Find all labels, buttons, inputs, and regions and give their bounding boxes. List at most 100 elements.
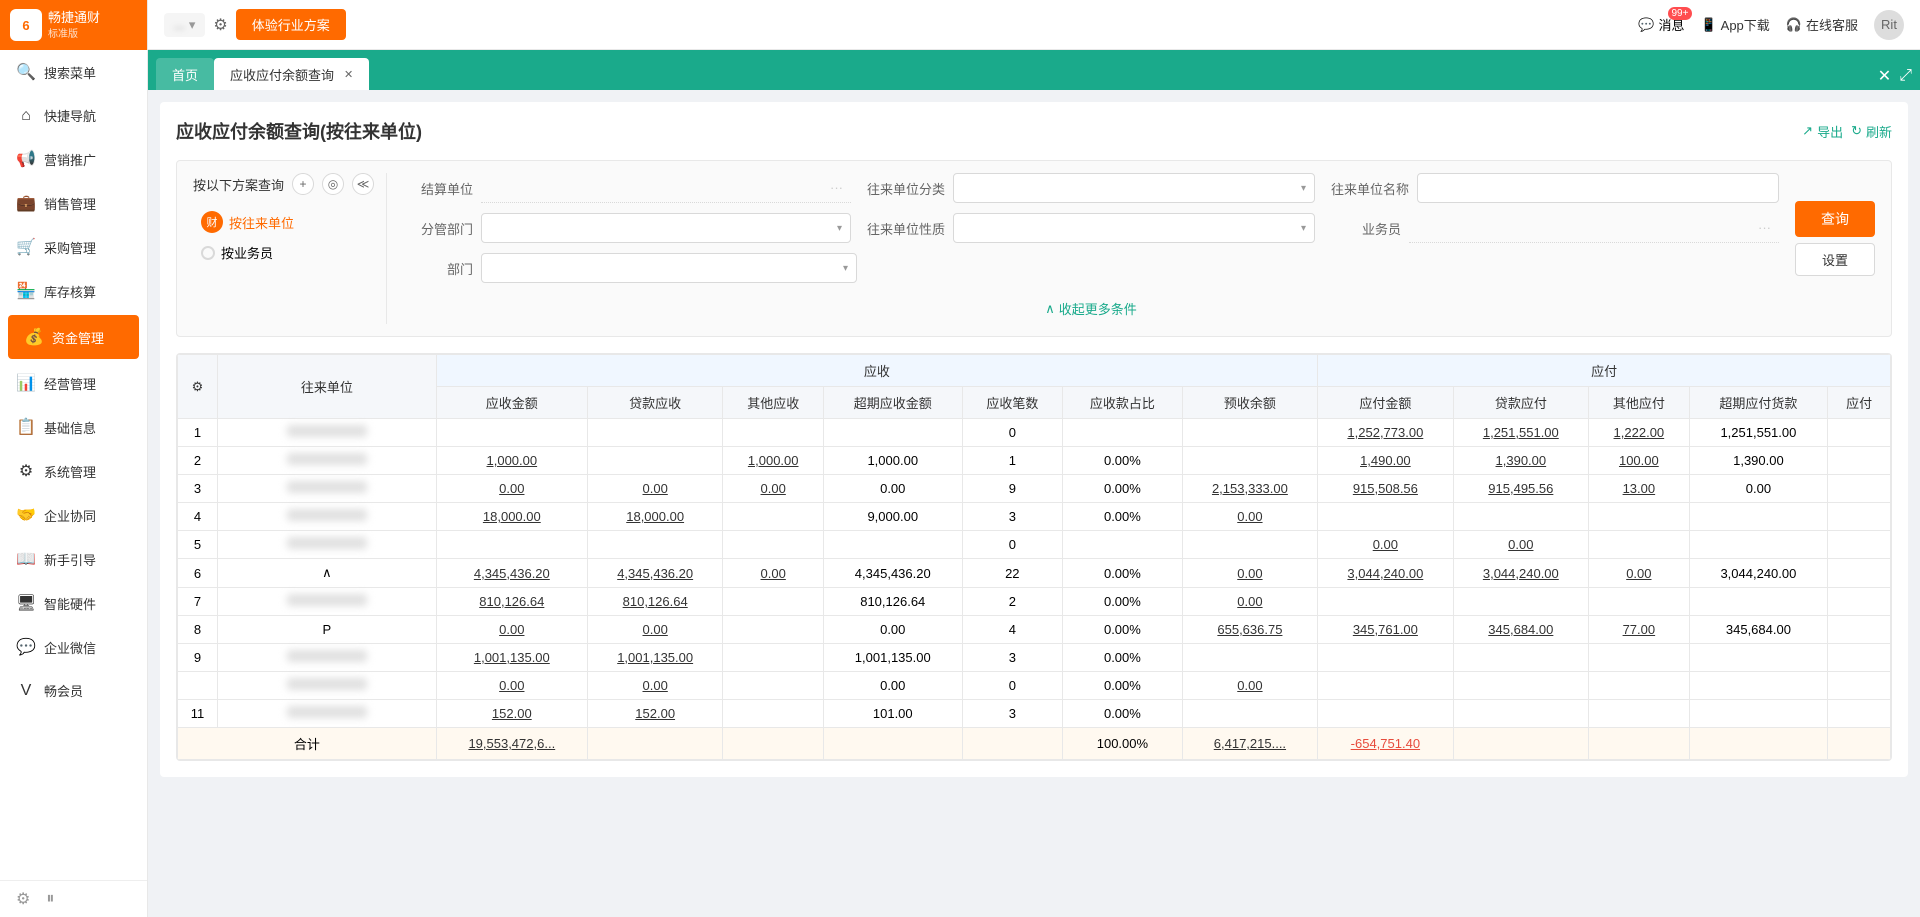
chevron-down-icon: ▾ <box>1301 223 1306 234</box>
cell-name <box>218 588 437 616</box>
sidebar-item-快捷导航[interactable]: ⌂ 快捷导航 <box>0 94 147 137</box>
settings-icon[interactable]: ⚙ <box>16 889 30 909</box>
close-all-icon[interactable]: ✕ <box>1878 66 1891 86</box>
cell-yingfu-extra <box>1828 475 1891 503</box>
settings-button[interactable]: 设置 <box>1795 243 1875 276</box>
sidebar-footer: ⚙ ⏸ <box>0 880 147 917</box>
filter-row-1: 结算单位 ··· 往来单位分类 ▾ <box>403 173 1779 203</box>
cell-yushou-yue <box>1182 700 1317 728</box>
breadcrumb-text: ... <box>174 17 185 32</box>
tab-close-icon[interactable]: ✕ <box>344 68 353 81</box>
cell-name <box>218 531 437 559</box>
collapse-icon[interactable]: ⏸ <box>46 890 54 908</box>
message-icon: 💬 <box>1638 17 1654 33</box>
cell-yingshou-bishu: 22 <box>962 559 1063 588</box>
col-partner: 往来单位 <box>218 355 437 419</box>
col-settings[interactable]: ⚙ <box>178 355 218 419</box>
sidebar-item-企业微信[interactable]: 💬 企业微信 <box>0 625 147 669</box>
online-service-button[interactable]: 🎧 在线客服 <box>1786 15 1858 34</box>
message-button[interactable]: 💬 消息 99+ <box>1638 15 1684 34</box>
partner-name-group: 往来单位名称 <box>1331 173 1779 203</box>
table-row: 2 1,000.00 1,000.00 1,000.00 1 0.00% 1,4… <box>178 447 1891 475</box>
fullscreen-icon[interactable]: ⤢ <box>1899 67 1912 85</box>
cell-yingshou-jine: 1,000.00 <box>436 447 587 475</box>
sidebar-item-采购管理[interactable]: 🛒 采购管理 <box>0 225 147 269</box>
total-yingfu-jine[interactable]: -654,751.40 <box>1318 728 1453 760</box>
user-avatar[interactable]: Rit <box>1874 10 1904 40</box>
mode-item-按业务员[interactable]: 按业务员 <box>193 239 374 266</box>
promo-button[interactable]: 体验行业方案 <box>236 9 346 40</box>
cell-yingfu-jine: 915,508.56 <box>1318 475 1453 503</box>
cell-yingshou-jine: 4,345,436.20 <box>436 559 587 588</box>
tab-应收应付余额查询[interactable]: 应收应付余额查询✕ <box>214 58 369 90</box>
export-button[interactable]: ↗ 导出 <box>1802 122 1843 141</box>
cell-yingshou-zhanbi <box>1063 531 1183 559</box>
dept-manager-group: 分管部门 ▾ <box>403 213 851 243</box>
cell-name <box>218 700 437 728</box>
sidebar-item-畅会员[interactable]: V 畅会员 <box>0 669 147 712</box>
cell-daikuan-yingfu <box>1453 700 1588 728</box>
app-download-button[interactable]: 📱 App下载 <box>1700 15 1769 34</box>
sidebar-label: 搜索菜单 <box>44 63 96 82</box>
cell-yingfu-extra <box>1828 700 1891 728</box>
partner-category-select[interactable]: ▾ <box>953 173 1315 203</box>
cell-yingshou-jine: 0.00 <box>436 672 587 700</box>
col-yushou-yue: 预收余额 <box>1182 387 1317 419</box>
sidebar-item-企业协同[interactable]: 🤝 企业协同 <box>0 493 147 537</box>
sidebar-item-系统管理[interactable]: ⚙ 系统管理 <box>0 449 147 493</box>
cell-yingshou-bishu: 4 <box>962 616 1063 644</box>
sidebar-item-销售管理[interactable]: 💼 销售管理 <box>0 181 147 225</box>
cell-index: 3 <box>178 475 218 503</box>
sidebar-item-库存核算[interactable]: 🏪 库存核算 <box>0 269 147 313</box>
cell-chaoqi-yingfu: 0.00 <box>1689 475 1828 503</box>
cell-daikuan-yingfu: 0.00 <box>1453 531 1588 559</box>
breadcrumb: ... ▾ <box>164 13 205 37</box>
filter-row-2: 分管部门 ▾ 往来单位性质 ▾ <box>403 213 1779 243</box>
chevron-down-icon: ▾ <box>189 17 196 33</box>
refresh-button[interactable]: ↻ 刷新 <box>1851 122 1892 141</box>
col-yingshou-bishu: 应收笔数 <box>962 387 1063 419</box>
tab-首页[interactable]: 首页 <box>156 58 214 90</box>
table-row: 4 18,000.00 18,000.00 9,000.00 3 0.00% 0… <box>178 503 1891 531</box>
header-gear-icon[interactable]: ⚙ <box>213 15 227 35</box>
cell-qita-yingfu <box>1589 644 1690 672</box>
partner-nature-select[interactable]: ▾ <box>953 213 1315 243</box>
sidebar-item-搜索菜单[interactable]: 🔍 搜索菜单 <box>0 50 147 94</box>
cell-yushou-yue: 0.00 <box>1182 588 1317 616</box>
cell-daikuan-yingfu: 345,684.00 <box>1453 616 1588 644</box>
sidebar-item-新手引导[interactable]: 📖 新手引导 <box>0 537 147 581</box>
sidebar-item-资金管理[interactable]: 💰 资金管理 <box>8 315 139 359</box>
cell-chaoqi-yingshou: 1,000.00 <box>824 447 963 475</box>
sidebar-item-经营管理[interactable]: 📊 经营管理 <box>0 361 147 405</box>
data-table: ⚙ 往来单位 应收 应付 应收金额 贷款应收 其他应收 超期应收金额 应收笔数 … <box>177 354 1891 760</box>
filter-label: 按以下方案查询 <box>193 175 284 194</box>
cell-chaoqi-yingshou <box>824 531 963 559</box>
sidebar-item-智能硬件[interactable]: 🖥 智能硬件 <box>0 581 147 625</box>
settlement-unit-input[interactable]: ··· <box>481 173 851 203</box>
sidebar-icon: 💬 <box>16 637 36 657</box>
cell-index: 2 <box>178 447 218 475</box>
cell-daikuan-yingfu <box>1453 672 1588 700</box>
service-icon: 🎧 <box>1786 17 1802 33</box>
cell-name: ∧ <box>218 559 437 588</box>
cell-yingfu-jine <box>1318 644 1453 672</box>
sidebar-item-基础信息[interactable]: 📋 基础信息 <box>0 405 147 449</box>
add-filter-button[interactable]: + <box>292 173 314 195</box>
collapse-filter-button[interactable]: ≪ <box>352 173 374 195</box>
config-filter-button[interactable]: ◎ <box>322 173 344 195</box>
cell-index: 8 <box>178 616 218 644</box>
salesperson-input[interactable]: ··· <box>1409 213 1779 243</box>
total-yingshou-jine[interactable]: 19,553,472,6... <box>436 728 587 760</box>
partner-name-label: 往来单位名称 <box>1331 179 1409 198</box>
sidebar-icon: V <box>16 682 36 700</box>
partner-name-input[interactable] <box>1417 173 1779 203</box>
table-footer: 合计 19,553,472,6... 100.00% 6,417,215....… <box>178 728 1891 760</box>
department-select[interactable]: ▾ <box>481 253 857 283</box>
cell-qita-yingshou: 1,000.00 <box>723 447 824 475</box>
total-yushou-yue[interactable]: 6,417,215.... <box>1182 728 1317 760</box>
sidebar-item-营销推广[interactable]: 📢 营销推广 <box>0 137 147 181</box>
query-button[interactable]: 查询 <box>1795 201 1875 237</box>
dept-manager-select[interactable]: ▾ <box>481 213 851 243</box>
mode-item-按往来单位[interactable]: 财 按往来单位 <box>193 207 374 237</box>
collapse-button[interactable]: ∧ 收起更多条件 <box>403 293 1779 324</box>
